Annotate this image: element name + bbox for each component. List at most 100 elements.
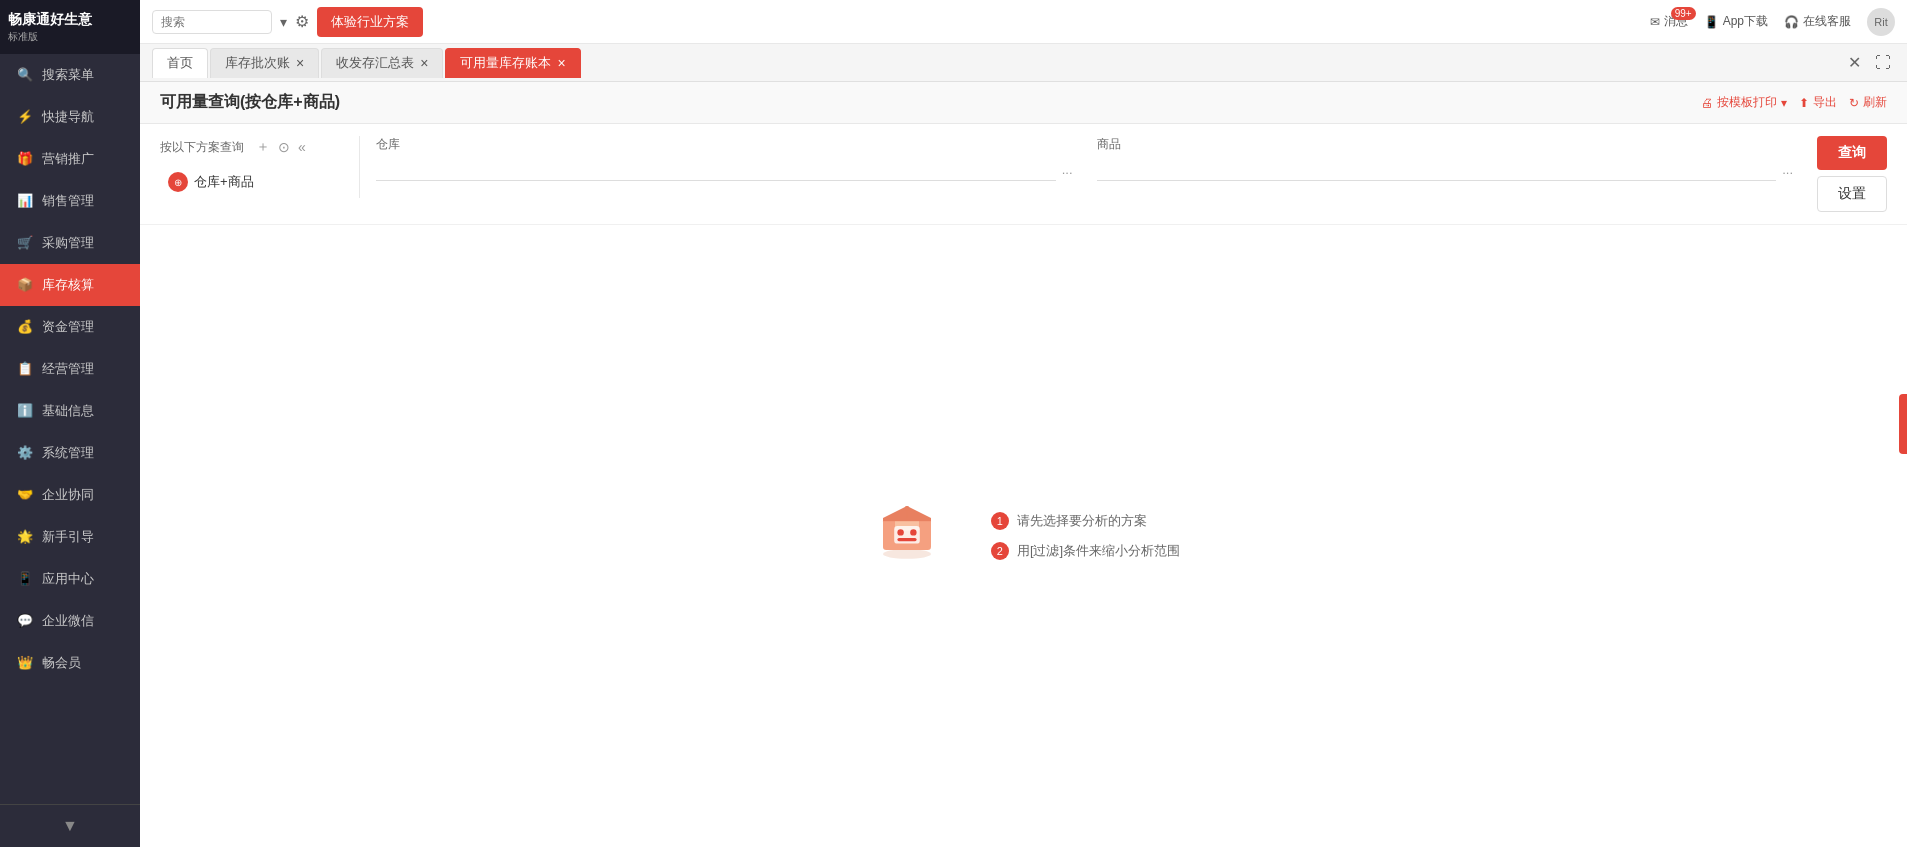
settings-icon[interactable]: ⚙ <box>295 12 309 31</box>
sidebar-item-operations[interactable]: 📋 经营管理 <box>0 348 140 390</box>
tab-home[interactable]: 首页 <box>152 48 208 78</box>
tab-label-summary: 收发存汇总表 <box>336 54 414 72</box>
sidebar-item-inventory[interactable]: 📦 库存核算 <box>0 264 140 306</box>
empty-state-text: 1 请先选择要分析的方案 2 用[过滤]条件来缩小分析范围 <box>991 512 1180 560</box>
warehouse-goods-icon: ⊕ <box>168 172 188 192</box>
sidebar-label-wechat: 企业微信 <box>42 612 94 630</box>
sidebar-icon-finance: 💰 <box>16 318 34 336</box>
user-avatar[interactable]: Rit <box>1867 8 1895 36</box>
app-download-label: App下载 <box>1723 13 1768 30</box>
add-filter-btn[interactable]: ＋ <box>254 136 272 158</box>
refresh-icon: ↻ <box>1849 96 1859 110</box>
print-dropdown-icon: ▾ <box>1781 96 1787 110</box>
sidebar-scroll: 🔍 搜索菜单 ⚡ 快捷导航 🎁 营销推广 📊 销售管理 🛒 采购管理 📦 库存核… <box>0 54 140 804</box>
sidebar-item-member[interactable]: 👑 畅会员 <box>0 642 140 684</box>
sidebar-icon-purchase: 🛒 <box>16 234 34 252</box>
export-icon: ⬆ <box>1799 96 1809 110</box>
sidebar-item-apps[interactable]: 📱 应用中心 <box>0 558 140 600</box>
sidebar-icon-member: 👑 <box>16 654 34 672</box>
settings-btn[interactable]: 设置 <box>1817 176 1887 212</box>
filter-section-label: 按以下方案查询 ＋ ⊙ « <box>160 136 347 158</box>
tab-available[interactable]: 可用量库存账本 × <box>445 48 580 78</box>
filter-left-panel: 按以下方案查询 ＋ ⊙ « ⊕ 仓库+商品 <box>160 136 360 198</box>
warehouse-label: 仓库 <box>376 136 1073 153</box>
page-header: 可用量查询(按仓库+商品) 🖨 按模板打印 ▾ ⬆ 导出 ↻ 刷新 <box>140 82 1907 124</box>
tab-batch[interactable]: 库存批次账× <box>210 48 319 78</box>
sidebar-item-sales[interactable]: 📊 销售管理 <box>0 180 140 222</box>
sidebar-scroll-down-btn[interactable]: ▼ <box>8 813 132 839</box>
dropdown-chevron-icon[interactable]: ▾ <box>280 14 287 30</box>
right-scrollbar-indicator <box>1899 394 1907 454</box>
sidebar-icon-system: ⚙️ <box>16 444 34 462</box>
empty-state-illustration <box>867 486 967 586</box>
sidebar-item-wechat[interactable]: 💬 企业微信 <box>0 600 140 642</box>
sidebar-item-newbie[interactable]: 🌟 新手引导 <box>0 516 140 558</box>
mobile-icon: 📱 <box>1704 15 1719 29</box>
refresh-btn[interactable]: ↻ 刷新 <box>1849 94 1887 111</box>
sidebar-icon-newbie: 🌟 <box>16 528 34 546</box>
sidebar-item-marketing[interactable]: 🎁 营销推广 <box>0 138 140 180</box>
svg-rect-8 <box>897 538 916 541</box>
sidebar-label-inventory: 库存核算 <box>42 276 94 294</box>
sidebar-item-search[interactable]: 🔍 搜索菜单 <box>0 54 140 96</box>
user-name: Rit <box>1874 16 1887 28</box>
export-btn[interactable]: ⬆ 导出 <box>1799 94 1837 111</box>
goods-input-row: ... <box>1097 157 1794 181</box>
page-header-actions: 🖨 按模板打印 ▾ ⬆ 导出 ↻ 刷新 <box>1701 94 1887 111</box>
goods-more-btn[interactable]: ... <box>1782 162 1793 177</box>
headset-icon: 🎧 <box>1784 15 1799 29</box>
sidebar-item-shortcut[interactable]: ⚡ 快捷导航 <box>0 96 140 138</box>
svg-point-0 <box>883 549 931 559</box>
filter-option-warehouse-goods[interactable]: ⊕ 仓库+商品 <box>160 166 347 198</box>
tab-close-btn[interactable]: ✕ <box>1844 49 1865 76</box>
tab-label-available: 可用量库存账本 <box>460 54 551 72</box>
sidebar-label-shortcut: 快捷导航 <box>42 108 94 126</box>
sidebar-icon-sales: 📊 <box>16 192 34 210</box>
hint-num-2: 2 <box>991 542 1009 560</box>
sidebar-item-finance[interactable]: 💰 资金管理 <box>0 306 140 348</box>
sidebar-bottom: ▼ <box>0 804 140 847</box>
page-title: 可用量查询(按仓库+商品) <box>160 92 340 113</box>
tab-expand-btn[interactable]: ⛶ <box>1871 50 1895 76</box>
sidebar-item-purchase[interactable]: 🛒 采购管理 <box>0 222 140 264</box>
svg-rect-4 <box>883 518 931 521</box>
version-label: 标准版 <box>8 30 132 44</box>
message-btn[interactable]: ✉ 消息 99+ <box>1650 13 1688 30</box>
hint-text-2: 用[过滤]条件来缩小分析范围 <box>1017 542 1180 560</box>
collapse-filter-btn[interactable]: « <box>296 136 308 158</box>
tab-actions: ✕ ⛶ <box>1844 49 1895 76</box>
query-btn[interactable]: 查询 <box>1817 136 1887 170</box>
goods-input[interactable] <box>1097 157 1777 181</box>
print-icon: 🖨 <box>1701 96 1713 110</box>
topbar: ▾ ⚙ 体验行业方案 ✉ 消息 99+ 📱 App下载 🎧 在线客服 Rit <box>140 0 1907 44</box>
sidebar-header: 畅康通好生意 标准版 <box>0 0 140 54</box>
sidebar: 畅康通好生意 标准版 🔍 搜索菜单 ⚡ 快捷导航 🎁 营销推广 📊 销售管理 🛒… <box>0 0 140 847</box>
app-download-btn[interactable]: 📱 App下载 <box>1704 13 1768 30</box>
tab-close-batch[interactable]: × <box>296 56 304 70</box>
goods-label: 商品 <box>1097 136 1794 153</box>
config-filter-btn[interactable]: ⊙ <box>276 136 292 158</box>
tab-label-home: 首页 <box>167 54 193 72</box>
filter-label-actions: ＋ ⊙ « <box>254 136 308 158</box>
print-btn[interactable]: 🖨 按模板打印 ▾ <box>1701 94 1787 111</box>
warehouse-more-btn[interactable]: ... <box>1062 162 1073 177</box>
sidebar-label-member: 畅会员 <box>42 654 81 672</box>
sidebar-item-enterprise[interactable]: 🤝 企业协同 <box>0 474 140 516</box>
sidebar-item-system[interactable]: ⚙️ 系统管理 <box>0 432 140 474</box>
sidebar-icon-apps: 📱 <box>16 570 34 588</box>
tab-summary[interactable]: 收发存汇总表 × <box>321 48 443 78</box>
filter-option-label: 仓库+商品 <box>194 173 254 191</box>
tab-close-available[interactable]: × <box>557 56 565 70</box>
search-input[interactable] <box>152 10 272 34</box>
tab-close-summary[interactable]: × <box>420 56 428 70</box>
sidebar-label-sales: 销售管理 <box>42 192 94 210</box>
trial-btn[interactable]: 体验行业方案 <box>317 7 423 37</box>
filter-area: 按以下方案查询 ＋ ⊙ « ⊕ 仓库+商品 仓库 <box>140 124 1907 225</box>
sidebar-item-basic[interactable]: ℹ️ 基础信息 <box>0 390 140 432</box>
online-service-btn[interactable]: 🎧 在线客服 <box>1784 13 1851 30</box>
warehouse-field: 仓库 ... <box>376 136 1073 181</box>
warehouse-input[interactable] <box>376 157 1056 181</box>
empty-state: 1 请先选择要分析的方案 2 用[过滤]条件来缩小分析范围 <box>140 225 1907 847</box>
print-label: 按模板打印 <box>1717 94 1777 111</box>
tab-bar: 首页库存批次账× 收发存汇总表 × 可用量库存账本 × ✕ ⛶ <box>140 44 1907 82</box>
